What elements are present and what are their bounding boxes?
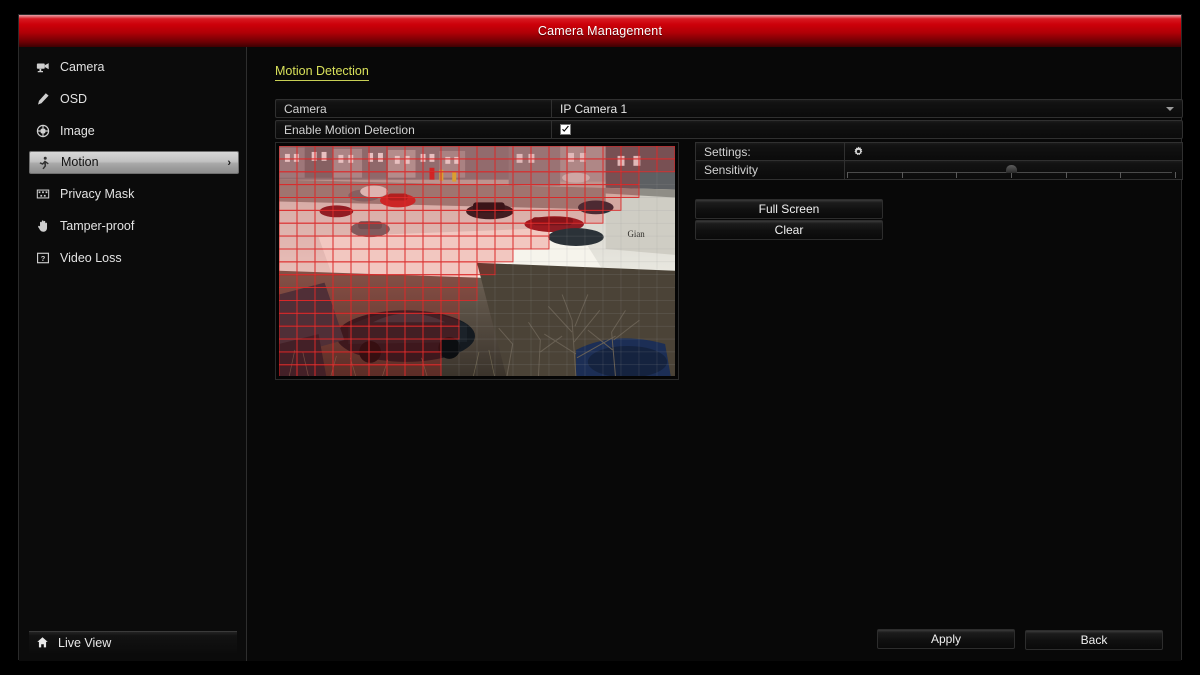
sidebar-item-label: Motion bbox=[61, 155, 99, 170]
full-screen-button[interactable]: Full Screen bbox=[695, 199, 883, 219]
aperture-icon bbox=[35, 123, 51, 139]
camera-management-window: Camera Management Camera OSD Image Motion › P… bbox=[18, 14, 1183, 661]
apply-button[interactable]: Apply bbox=[877, 629, 1015, 649]
sensitivity-tick bbox=[1065, 172, 1067, 178]
sensitivity-tick bbox=[901, 172, 903, 178]
sensitivity-tick bbox=[1120, 172, 1122, 178]
sidebar-nav-list: Camera OSD Image Motion › Privacy Mask Tamper-… bbox=[29, 55, 239, 278]
live-view-label: Live View bbox=[58, 635, 112, 650]
sidebar-item-label: Image bbox=[60, 123, 95, 138]
sidebar-item-label: OSD bbox=[60, 91, 88, 106]
main-panel: Motion Detection Camera IP Camera 1 Enab… bbox=[247, 47, 1183, 661]
hand-icon bbox=[35, 218, 51, 234]
camera-select-label: Camera bbox=[284, 101, 327, 116]
sidebar-item-motion[interactable]: Motion › bbox=[29, 151, 239, 174]
sidebar-item-osd[interactable]: OSD bbox=[29, 87, 239, 111]
sidebar-item-camera[interactable]: Camera bbox=[29, 55, 239, 79]
enable-motion-detection-value[interactable] bbox=[551, 121, 1182, 138]
enable-motion-detection-row[interactable]: Enable Motion Detection bbox=[275, 120, 1183, 139]
chevron-down-icon[interactable] bbox=[1166, 106, 1174, 111]
motion-area-preview[interactable]: Gian bbox=[275, 142, 679, 380]
camera-icon bbox=[35, 59, 51, 75]
sensitivity-row[interactable]: Sensitivity bbox=[695, 161, 1183, 180]
motion-settings-block: Settings: Sensitivity bbox=[695, 142, 1183, 180]
sidebar-item-privacy-mask[interactable]: Privacy Mask bbox=[29, 182, 239, 206]
sidebar: Camera OSD Image Motion › Privacy Mask Tamper-… bbox=[19, 47, 247, 661]
sensitivity-label: Sensitivity bbox=[704, 163, 759, 177]
sidebar-item-label: Privacy Mask bbox=[60, 186, 135, 201]
enable-motion-detection-checkbox[interactable] bbox=[560, 124, 571, 135]
sidebar-item-label: Tamper-proof bbox=[60, 218, 135, 233]
sensitivity-tick bbox=[847, 172, 848, 178]
window-title: Camera Management bbox=[537, 24, 663, 38]
sensitivity-slider-thumb[interactable] bbox=[1006, 165, 1017, 173]
pen-icon bbox=[35, 91, 51, 107]
settings-label: Settings: bbox=[704, 144, 751, 159]
settings-row[interactable]: Settings: bbox=[695, 142, 1183, 161]
motion-area-action-buttons: Full Screen Clear bbox=[695, 199, 883, 240]
enable-motion-detection-label: Enable Motion Detection bbox=[284, 122, 415, 137]
svg-text:?: ? bbox=[41, 254, 46, 263]
sensitivity-tick bbox=[956, 172, 958, 178]
sidebar-item-label: Camera bbox=[60, 59, 105, 74]
window-title-bar: Camera Management bbox=[19, 15, 1181, 47]
sidebar-item-tamper-proof[interactable]: Tamper-proof bbox=[29, 214, 239, 238]
sidebar-item-video-loss[interactable]: ? Video Loss bbox=[29, 246, 239, 270]
sidebar-item-live-view[interactable]: Live View bbox=[29, 631, 237, 653]
mosaic-icon bbox=[35, 186, 51, 202]
sensitivity-value[interactable] bbox=[844, 161, 1182, 179]
clear-button[interactable]: Clear bbox=[695, 220, 883, 240]
page-title: Motion Detection bbox=[275, 65, 369, 81]
back-button[interactable]: Back bbox=[1025, 630, 1163, 650]
camera-select-row[interactable]: Camera IP Camera 1 bbox=[275, 99, 1183, 118]
window-body: Camera OSD Image Motion › Privacy Mask Tamper-… bbox=[19, 47, 1183, 661]
home-icon bbox=[35, 636, 49, 650]
sensitivity-tick bbox=[1175, 172, 1176, 178]
camera-select-value[interactable]: IP Camera 1 bbox=[551, 100, 1182, 117]
sidebar-item-label: Video Loss bbox=[60, 250, 122, 265]
sensitivity-slider[interactable] bbox=[845, 161, 1182, 179]
footer-bar: Apply Back bbox=[275, 629, 1171, 651]
motion-grid-overlay[interactable] bbox=[279, 146, 675, 376]
sidebar-item-image[interactable]: Image bbox=[29, 119, 239, 143]
settings-value[interactable] bbox=[844, 143, 1182, 160]
gear-icon[interactable] bbox=[853, 146, 864, 157]
chevron-right-icon: › bbox=[227, 156, 231, 169]
live-view-container: Live View bbox=[29, 631, 237, 653]
running-man-icon bbox=[36, 155, 52, 171]
camera-select-selected-option: IP Camera 1 bbox=[560, 101, 628, 116]
broken-video-icon: ? bbox=[35, 250, 51, 266]
camera-video-feed[interactable]: Gian bbox=[279, 146, 675, 376]
